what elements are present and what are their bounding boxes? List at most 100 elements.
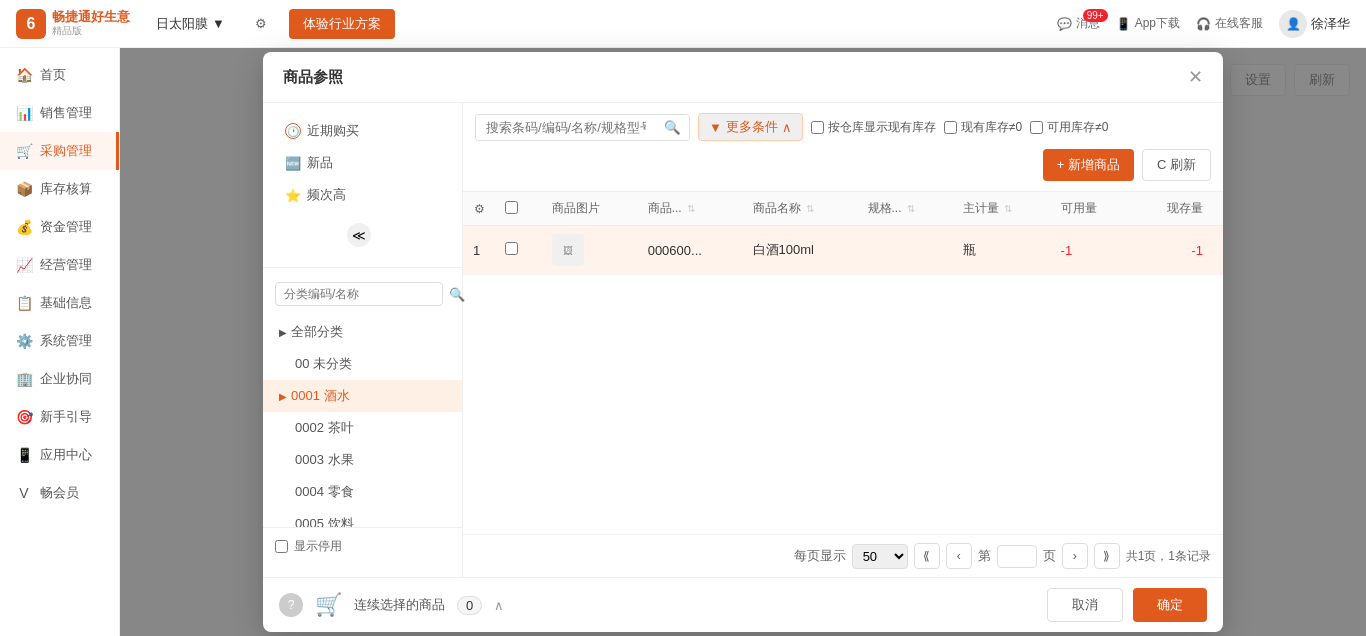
sidebar-item-home[interactable]: 🏠 首页 [0,56,119,94]
warehouse-checkbox[interactable] [811,121,824,134]
sort-icon-unit: ⇅ [1004,203,1012,214]
available-checkbox[interactable] [944,121,957,134]
sidebar-item-app-center[interactable]: 📱 应用中心 [0,436,119,474]
category-list: ▶ 全部分类 00 未分类 ▶ 0001 酒水 0002 茶 [263,312,462,527]
table-body: 1 🖼 000600... 白酒100ml [463,226,1223,275]
confirm-button[interactable]: 确定 [1133,588,1207,622]
sidebar-label-inventory: 库存核算 [40,180,92,198]
help-icon-button[interactable]: ? [279,593,303,617]
sidebar-item-system[interactable]: ⚙️ 系统管理 [0,322,119,360]
col-unit[interactable]: 主计量 ⇅ [953,192,1051,226]
cell-spec [858,226,953,275]
sort-icon-name: ⇅ [806,203,814,214]
page-first-button[interactable]: ⟪ [914,543,940,569]
usable-checkbox-group: 可用库存≠0 [1030,119,1108,136]
cell-available: -1 [1051,226,1130,275]
usable-checkbox[interactable] [1030,121,1043,134]
brand-sub: 精品版 [52,24,130,38]
category-search-row: 🔍 [263,276,462,312]
headset-icon: 🎧 [1196,17,1211,31]
sidebar-item-basic[interactable]: 📋 基础信息 [0,284,119,322]
product-search-input[interactable] [476,115,656,140]
user-area[interactable]: 👤 徐泽华 [1279,10,1350,38]
category-item-all[interactable]: ▶ 全部分类 [263,316,462,348]
category-item-0002[interactable]: 0002 茶叶 [263,412,462,444]
cell-image: 🖼 [542,226,638,275]
col-spec[interactable]: 规格... ⇅ [858,192,953,226]
footer-buttons: 取消 确定 [1047,588,1207,622]
sidebar-item-sales[interactable]: 📊 销售管理 [0,94,119,132]
category-item-0005[interactable]: 0005 饮料 [263,508,462,527]
sidebar-item-enterprise[interactable]: 🏢 企业协同 [0,360,119,398]
cell-index: 1 [463,226,495,275]
store-name: 日太阳膜 [156,15,208,33]
quick-item-new[interactable]: 🆕 新品 [275,147,450,179]
category-item-0004[interactable]: 0004 零食 [263,476,462,508]
app-download-button[interactable]: 📱 App下载 [1116,15,1180,32]
page-next-button[interactable]: › [1062,543,1088,569]
table-row[interactable]: 1 🖼 000600... 白酒100ml [463,226,1223,275]
sort-icon-code: ⇅ [687,203,695,214]
sidebar-item-inventory[interactable]: 📦 库存核算 [0,170,119,208]
sidebar-item-finance[interactable]: 💰 资金管理 [0,208,119,246]
store-selector[interactable]: 日太阳膜 ▼ [148,11,233,37]
cell-checkbox [495,226,542,275]
category-search-input[interactable] [275,282,443,306]
sidebar-item-operation[interactable]: 📈 经营管理 [0,246,119,284]
collapse-left-button[interactable]: ≪ [347,223,371,247]
filter-up-icon: ∧ [782,120,792,135]
arrow-icon: ▶ [279,327,287,338]
sidebar-label-sales: 销售管理 [40,104,92,122]
star-icon: ⭐ [285,188,301,203]
category-item-0003[interactable]: 0003 水果 [263,444,462,476]
topbar-right: 💬 消息 99+ 📱 App下载 🎧 在线客服 👤 徐泽华 [1057,10,1350,38]
collapse-footer-button[interactable]: ∧ [494,598,504,613]
main-layout: 🏠 首页 📊 销售管理 🛒 采购管理 📦 库存核算 💰 资金管理 📈 经营管理 … [0,48,1366,636]
page-last-button[interactable]: ⟫ [1094,543,1120,569]
page-number-input[interactable]: 1 [997,545,1037,568]
search-button[interactable]: 🔍 [656,115,689,140]
guide-icon: 🎯 [16,409,32,425]
modal-left-panel: 🕐 近期购买 🆕 新品 ⭐ 频次高 [263,103,463,577]
quick-item-recent[interactable]: 🕐 近期购买 [275,115,450,147]
sidebar-item-member[interactable]: V 畅会员 [0,474,119,512]
filter-button[interactable]: ▼ 更多条件 ∧ [698,113,803,141]
app-center-icon: 📱 [16,447,32,463]
refresh-button[interactable]: C 刷新 [1142,149,1211,181]
modal-title: 商品参照 [283,68,343,87]
sidebar-item-purchase[interactable]: 🛒 采购管理 [0,132,119,170]
online-service-button[interactable]: 🎧 在线客服 [1196,15,1263,32]
cart-icon-button[interactable]: 🛒 [315,592,342,618]
col-code[interactable]: 商品... ⇅ [638,192,743,226]
category-item-0001[interactable]: ▶ 0001 酒水 [263,380,462,412]
page-prev-button[interactable]: ‹ [946,543,972,569]
sidebar-item-guide[interactable]: 🎯 新手引导 [0,398,119,436]
show-disabled-checkbox[interactable] [275,540,288,553]
cancel-button[interactable]: 取消 [1047,588,1123,622]
product-table: ⚙ 商品图片 商品... ⇅ 商品名称 [463,192,1223,275]
modal-close-button[interactable]: ✕ [1188,66,1203,88]
avatar: 👤 [1279,10,1307,38]
quick-item-frequent[interactable]: ⭐ 频次高 [275,179,450,211]
online-service-label: 在线客服 [1215,15,1263,32]
category-item-00[interactable]: 00 未分类 [263,348,462,380]
new-icon: 🆕 [285,156,301,171]
select-all-checkbox[interactable] [505,201,518,214]
col-image: 商品图片 [542,192,638,226]
page-suffix-label: 页 [1043,547,1056,565]
trial-button[interactable]: 体验行业方案 [289,9,395,39]
user-name: 徐泽华 [1311,15,1350,33]
message-icon: 💬 [1057,17,1072,31]
box-icon: 📦 [16,181,32,197]
divider [263,267,462,268]
add-product-button[interactable]: + 新增商品 [1043,149,1134,181]
app-download-label: App下载 [1135,15,1180,32]
page-info-text: 共1页，1条记录 [1126,548,1211,565]
row-checkbox[interactable] [505,242,518,255]
sort-icon-spec: ⇅ [907,203,915,214]
brand-name: 畅捷通好生意 [52,9,130,25]
settings-button[interactable]: ⚙ [245,8,277,40]
message-button[interactable]: 💬 消息 99+ [1057,15,1100,32]
col-name[interactable]: 商品名称 ⇅ [743,192,858,226]
per-page-select[interactable]: 10 20 50 100 [852,544,908,569]
